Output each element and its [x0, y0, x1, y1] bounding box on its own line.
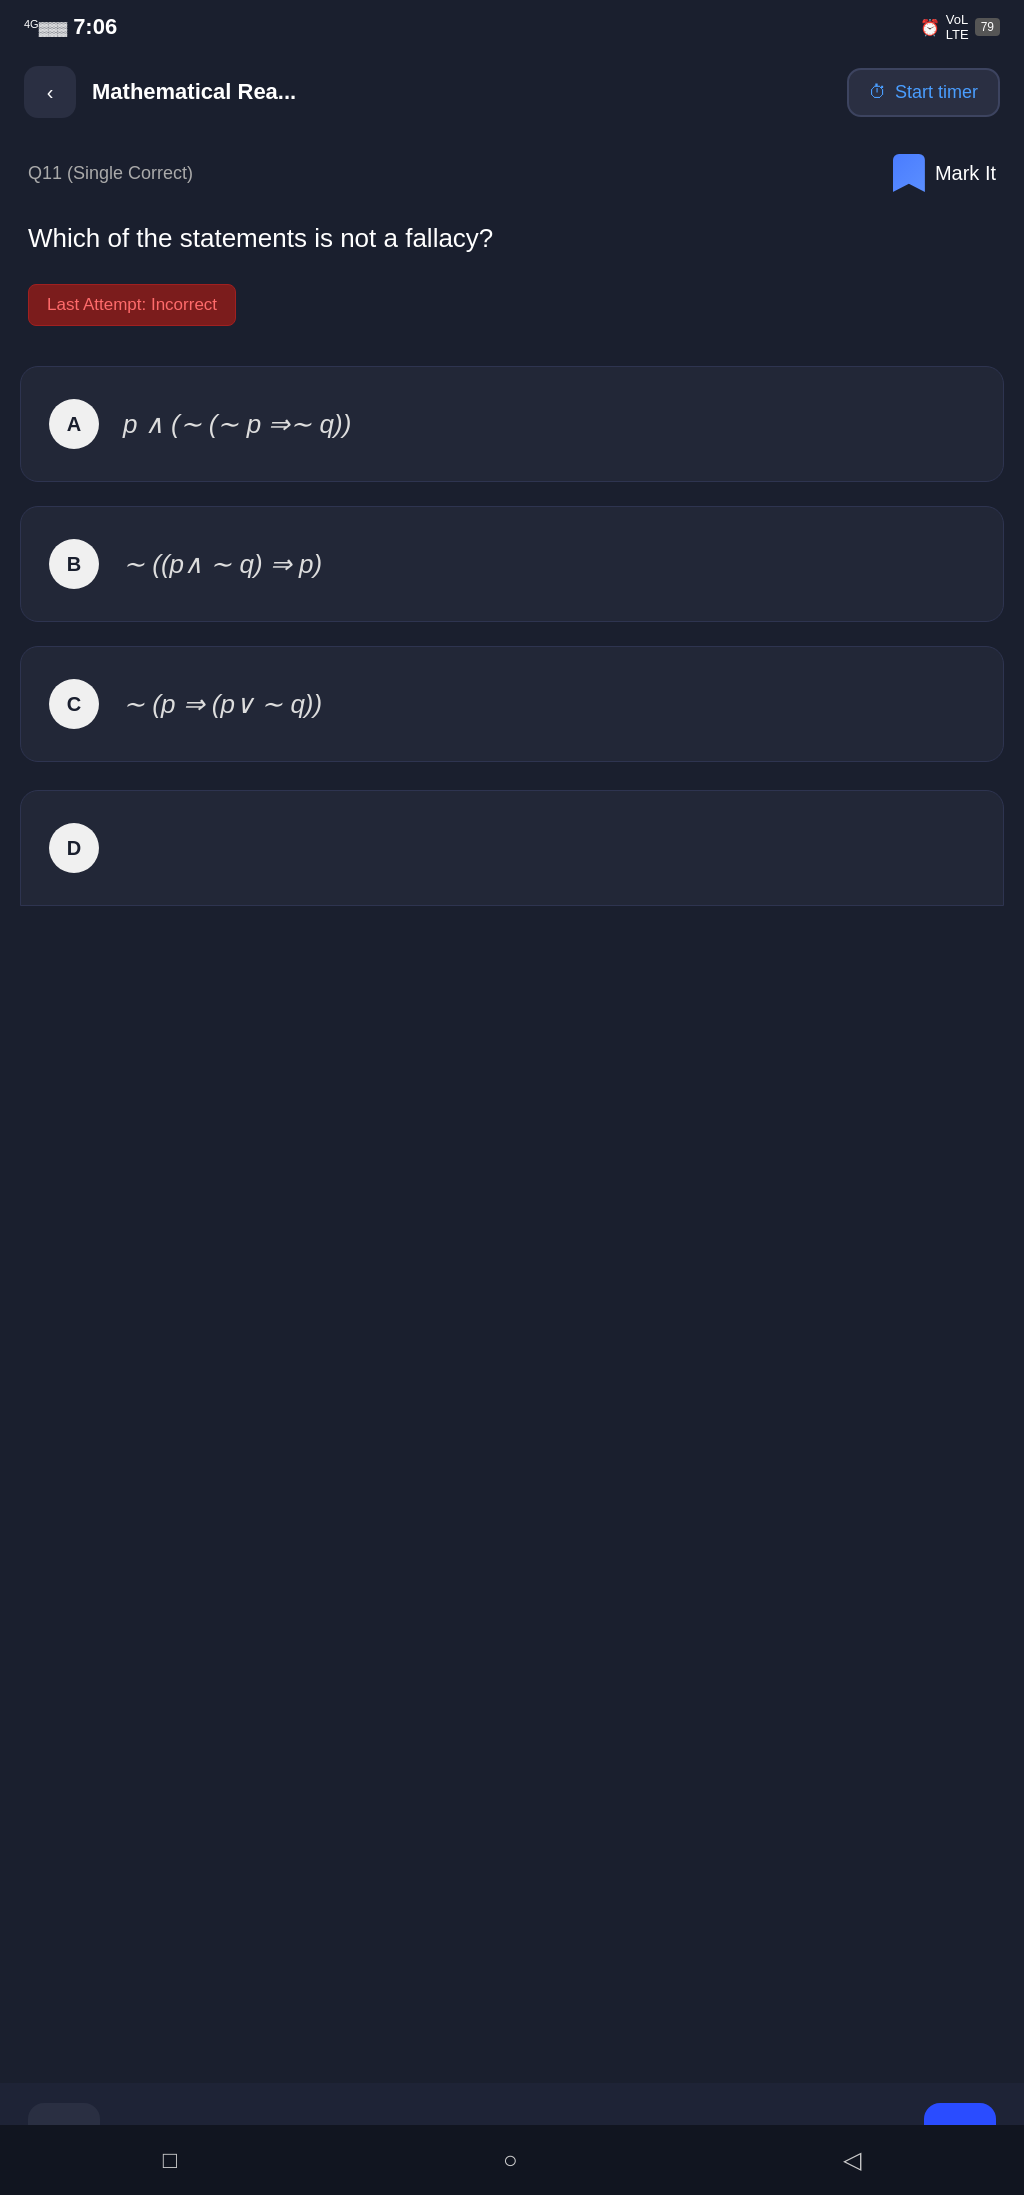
time-display: 7:06: [73, 14, 117, 40]
android-triangle-icon[interactable]: ◁: [843, 2146, 861, 2174]
option-a-formula: p ∧ (∼ (∼ p ⇒∼ q)): [123, 406, 351, 442]
status-right: ⏰ VoLLTE 79: [920, 12, 1000, 42]
option-a-card[interactable]: A p ∧ (∼ (∼ p ⇒∼ q)): [20, 366, 1004, 482]
bookmark-icon: [893, 154, 925, 192]
status-left: 4G▓▓▓ 7:06: [24, 14, 117, 40]
header: ‹ Mathematical Rea... ⏱ Start timer: [0, 50, 1024, 134]
timer-icon: ⏱: [869, 82, 887, 103]
option-b-label: B: [49, 539, 99, 589]
option-c-label: C: [49, 679, 99, 729]
question-type: Q11 (Single Correct): [28, 163, 193, 184]
back-icon: ‹: [47, 81, 54, 104]
question-section: Which of the statements is not a fallacy…: [0, 204, 1024, 264]
mark-it-button[interactable]: Mark It: [893, 154, 996, 192]
battery-badge: 79: [975, 18, 1000, 36]
status-bar: 4G▓▓▓ 7:06 ⏰ VoLLTE 79: [0, 0, 1024, 50]
option-b-card[interactable]: B ∼ ((p∧ ∼ q) ⇒ p): [20, 506, 1004, 622]
android-circle-icon[interactable]: ○: [503, 2146, 518, 2174]
back-button[interactable]: ‹: [24, 66, 76, 118]
option-b-formula: ∼ ((p∧ ∼ q) ⇒ p): [123, 546, 322, 582]
alarm-icon: ⏰: [920, 18, 940, 37]
option-d-card[interactable]: D: [20, 790, 1004, 906]
start-timer-button[interactable]: ⏱ Start timer: [847, 68, 1000, 117]
android-square-icon[interactable]: □: [163, 2146, 178, 2174]
option-a-label: A: [49, 399, 99, 449]
attempt-badge-wrapper: Last Attempt: Incorrect: [0, 264, 1024, 346]
network-type-label: 4G: [24, 18, 39, 30]
signal-icon: 4G▓▓▓: [24, 18, 67, 36]
option-c-card[interactable]: C ∼ (p ⇒ (p∨ ∼ q)): [20, 646, 1004, 762]
network-label: VoLLTE: [946, 12, 969, 42]
option-d-label: D: [49, 823, 99, 873]
attempt-badge: Last Attempt: Incorrect: [28, 284, 236, 326]
android-nav: □ ○ ◁: [0, 2125, 1024, 2195]
mark-it-label: Mark It: [935, 162, 996, 185]
question-text: Which of the statements is not a fallacy…: [28, 220, 996, 256]
options-section: A p ∧ (∼ (∼ p ⇒∼ q)) B ∼ ((p∧ ∼ q) ⇒ p) …: [0, 346, 1024, 926]
header-title: Mathematical Rea...: [92, 79, 831, 105]
start-timer-label: Start timer: [895, 82, 978, 103]
option-c-formula: ∼ (p ⇒ (p∨ ∼ q)): [123, 686, 322, 722]
question-meta: Q11 (Single Correct) Mark It: [0, 142, 1024, 204]
